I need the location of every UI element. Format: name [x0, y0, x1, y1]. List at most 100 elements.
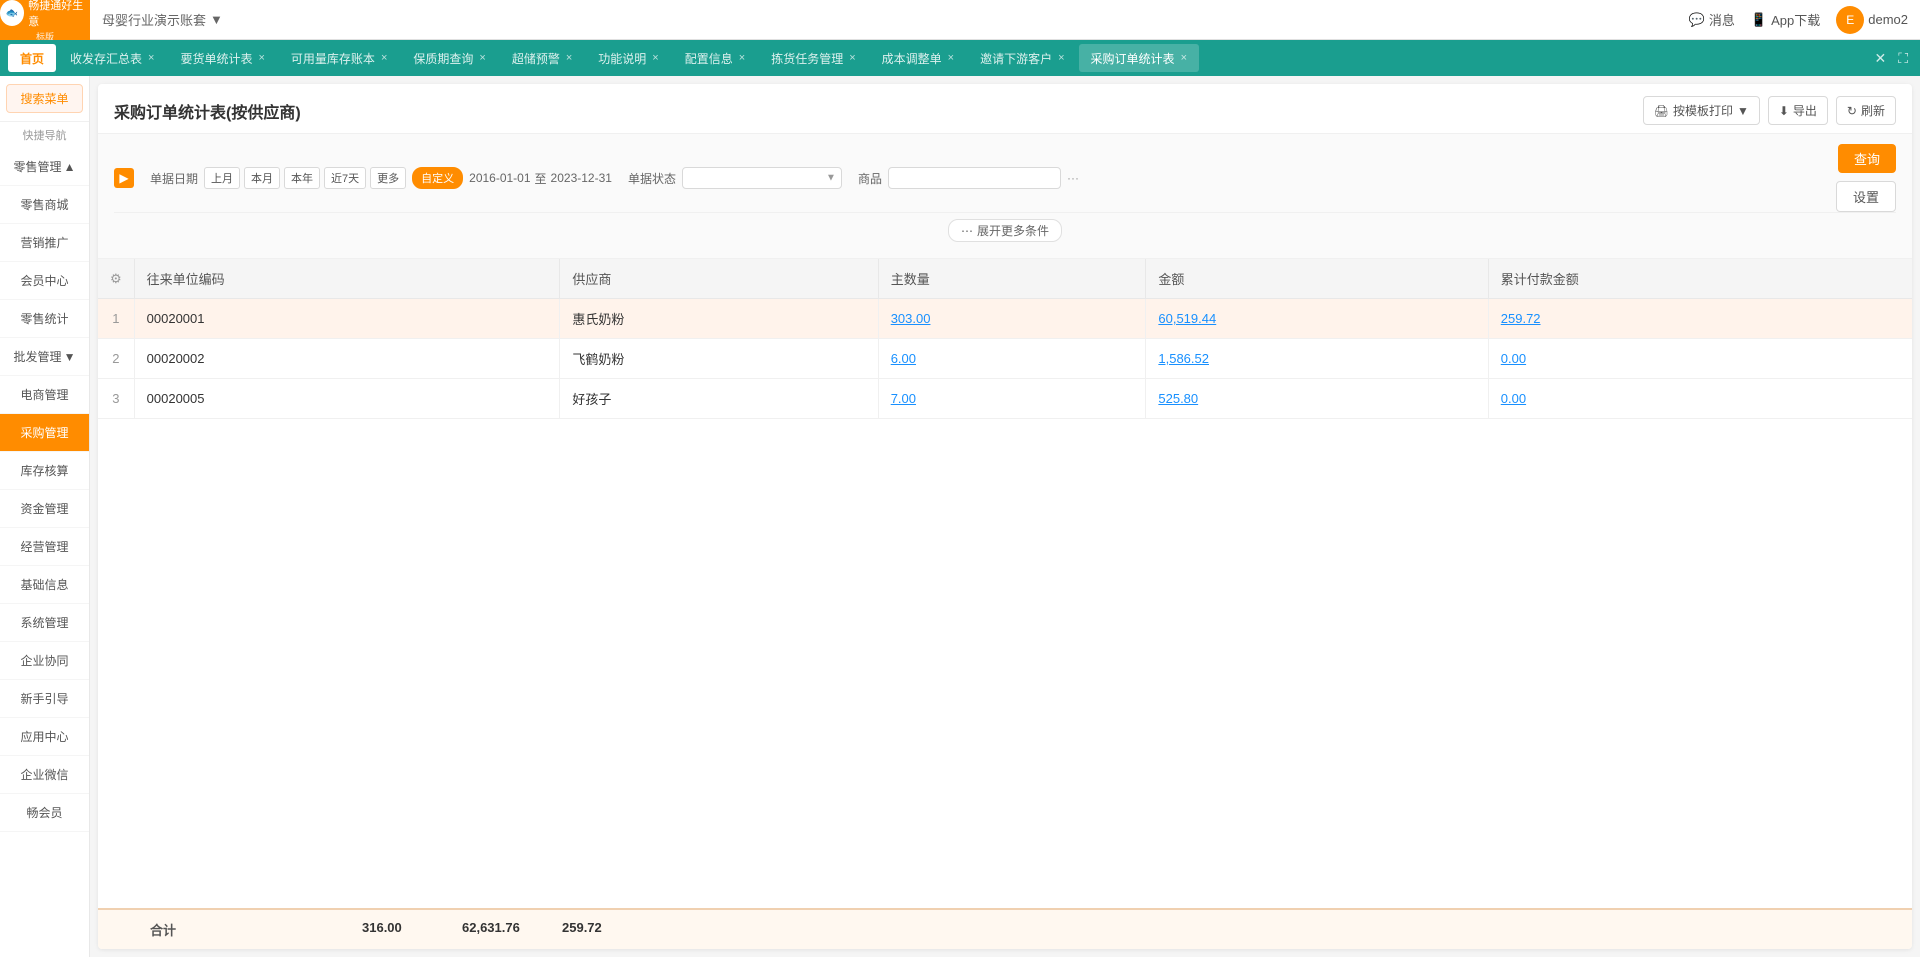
sidebar-item-ecommerce[interactable]: 电商管理 [0, 376, 89, 414]
workspace-name[interactable]: 母婴行业演示账套 ▼ [102, 10, 223, 29]
sidebar-item-retail-shop[interactable]: 零售商城 [0, 186, 89, 224]
tab-expiry-query[interactable]: 保质期查询 × [401, 44, 497, 72]
tab-close-function-desc[interactable]: × [652, 52, 658, 64]
tab-cost-adjust[interactable]: 成本调整单 × [870, 44, 966, 72]
tab-overstock-warning[interactable]: 超储预警 × [500, 44, 584, 72]
date-btn-more[interactable]: 更多 [370, 167, 406, 189]
sidebar-item-enterprise[interactable]: 企业协同 [0, 642, 89, 680]
message-action[interactable]: 💬 消息 [1689, 10, 1735, 29]
nav-end-actions: ✕ ⛶ [1870, 48, 1912, 69]
footer-cells: 316.00 62,631.76 259.72 [350, 920, 1900, 939]
tab-function-desc[interactable]: 功能说明 × [586, 44, 670, 72]
tab-close-expiry-query[interactable]: × [479, 52, 485, 64]
sidebar-item-member[interactable]: 会员中心 [0, 262, 89, 300]
row-amount[interactable]: 525.80 [1146, 379, 1488, 419]
row-index: 1 [98, 299, 134, 339]
tab-available-inventory[interactable]: 可用量库存账本 × [279, 44, 399, 72]
date-btn-last-month[interactable]: 上月 [204, 167, 240, 189]
more-filters-icon[interactable]: ··· [1067, 171, 1079, 185]
sidebar-item-wholesale[interactable]: 批发管理 ▼ [0, 338, 89, 376]
logo-name: 畅捷通好生意 [28, 0, 90, 29]
expand-icon: ⋯ [961, 224, 973, 238]
sidebar-quick-nav[interactable]: 快捷导航 [0, 122, 89, 148]
row-qty[interactable]: 6.00 [878, 339, 1146, 379]
sidebar-item-retail-stats[interactable]: 零售统计 [0, 300, 89, 338]
row-code: 00020005 [134, 379, 560, 419]
expand-more-button[interactable]: ⋯ 展开更多条件 [948, 219, 1062, 242]
status-select[interactable] [682, 167, 842, 189]
sidebar-logo: 🐟 畅捷通好生意 标版 [0, 0, 90, 40]
tab-goods-summary[interactable]: 要货单统计表 × [168, 44, 276, 72]
filter-area: ▶ 单据日期 上月 本月 本年 近7天 更多 自定义 2016-01-01 [98, 134, 1912, 259]
sidebar-item-retail[interactable]: 零售管理 ▲ [0, 148, 89, 186]
goods-filter-label: 商品 [858, 170, 882, 187]
tab-picking-task[interactable]: 拣货任务管理 × [759, 44, 867, 72]
table-row: 3 00020005 好孩子 7.00 525.80 0.00 [98, 379, 1912, 419]
app-download-action[interactable]: 📱 App下载 [1751, 10, 1820, 29]
tab-invite-downstream[interactable]: 邀请下游客户 × [968, 44, 1076, 72]
table-row: 1 00020001 惠氏奶粉 303.00 60,519.44 259.72 [98, 299, 1912, 339]
row-supplier: 飞鹤奶粉 [560, 339, 878, 379]
col-settings-header[interactable]: ⚙ [98, 259, 134, 299]
tab-close-picking-task[interactable]: × [849, 52, 855, 64]
sidebar-item-system[interactable]: 系统管理 [0, 604, 89, 642]
refresh-button[interactable]: ↻ 刷新 [1836, 96, 1896, 125]
sidebar-item-basic[interactable]: 基础信息 [0, 566, 89, 604]
date-btn-this-month[interactable]: 本月 [244, 167, 280, 189]
query-button[interactable]: 查询 [1838, 144, 1896, 173]
date-quick-buttons: 上月 本月 本年 近7天 更多 [204, 167, 406, 189]
tab-config-info[interactable]: 配置信息 × [673, 44, 757, 72]
tab-close-goods-summary[interactable]: × [258, 52, 264, 64]
tab-close-purchase-summary[interactable]: × [1181, 52, 1187, 64]
row-qty[interactable]: 7.00 [878, 379, 1146, 419]
col-supplier-header: 供应商 [560, 259, 878, 299]
sidebar-item-guide[interactable]: 新手引导 [0, 680, 89, 718]
nav-close-btn[interactable]: ✕ [1870, 48, 1890, 69]
filter-goods-item: 商品 ··· [858, 167, 1079, 189]
tab-close-available-inventory[interactable]: × [381, 52, 387, 64]
export-button[interactable]: ⬇ 导出 [1768, 96, 1828, 125]
sidebar-item-vip[interactable]: 畅会员 [0, 794, 89, 832]
nav-maximize-btn[interactable]: ⛶ [1894, 48, 1912, 69]
sidebar-item-apps[interactable]: 应用中心 [0, 718, 89, 756]
tab-receive-summary[interactable]: 收发存汇总表 × [58, 44, 166, 72]
col-paid-header: 累计付款金额 [1488, 259, 1912, 299]
tab-close-invite-downstream[interactable]: × [1058, 52, 1064, 64]
row-amount[interactable]: 60,519.44 [1146, 299, 1488, 339]
footer-qty: 316.00 [350, 920, 450, 939]
data-table: ⚙ 往来单位编码 供应商 主数量 金额 累计付款金额 1 00020001 惠氏 [98, 259, 1912, 419]
sidebar-item-operations[interactable]: 经营管理 [0, 528, 89, 566]
row-index: 3 [98, 379, 134, 419]
printer-icon: 🖨 [1654, 104, 1669, 118]
setting-button[interactable]: 设置 [1836, 181, 1896, 212]
date-btn-custom[interactable]: 自定义 [412, 167, 463, 189]
row-paid[interactable]: 0.00 [1488, 339, 1912, 379]
sidebar-item-wechat[interactable]: 企业微信 [0, 756, 89, 794]
row-qty[interactable]: 303.00 [878, 299, 1146, 339]
row-paid[interactable]: 0.00 [1488, 379, 1912, 419]
sidebar-item-marketing[interactable]: 营销推广 [0, 224, 89, 262]
template-print-button[interactable]: 🖨 按模板打印 ▼ [1643, 96, 1760, 125]
row-code: 00020001 [134, 299, 560, 339]
goods-input[interactable] [888, 167, 1061, 189]
filter-toggle[interactable]: ▶ [114, 168, 134, 188]
table-header-row: ⚙ 往来单位编码 供应商 主数量 金额 累计付款金额 [98, 259, 1912, 299]
row-amount[interactable]: 1,586.52 [1146, 339, 1488, 379]
date-btn-7days[interactable]: 近7天 [324, 167, 366, 189]
table-footer: 合计 316.00 62,631.76 259.72 [98, 908, 1912, 949]
sidebar-search: 搜索菜单 [0, 76, 89, 122]
tab-close-cost-adjust[interactable]: × [948, 52, 954, 64]
sidebar-item-inventory[interactable]: 库存核算 [0, 452, 89, 490]
sidebar-item-finance[interactable]: 资金管理 [0, 490, 89, 528]
tab-home[interactable]: 首页 [8, 44, 56, 72]
sidebar-search-button[interactable]: 搜索菜单 [6, 84, 83, 113]
date-btn-this-year[interactable]: 本年 [284, 167, 320, 189]
tab-close-receive-summary[interactable]: × [148, 52, 154, 64]
tab-close-overstock-warning[interactable]: × [566, 52, 572, 64]
user-avatar-action[interactable]: E demo2 [1836, 6, 1908, 34]
filter-date-item: 单据日期 上月 本月 本年 近7天 更多 自定义 2016-01-01 至 [150, 167, 612, 189]
row-paid[interactable]: 259.72 [1488, 299, 1912, 339]
tab-purchase-summary[interactable]: 采购订单统计表 × [1079, 44, 1199, 72]
sidebar-item-purchase[interactable]: 采购管理 [0, 414, 89, 452]
tab-close-config-info[interactable]: × [739, 52, 745, 64]
